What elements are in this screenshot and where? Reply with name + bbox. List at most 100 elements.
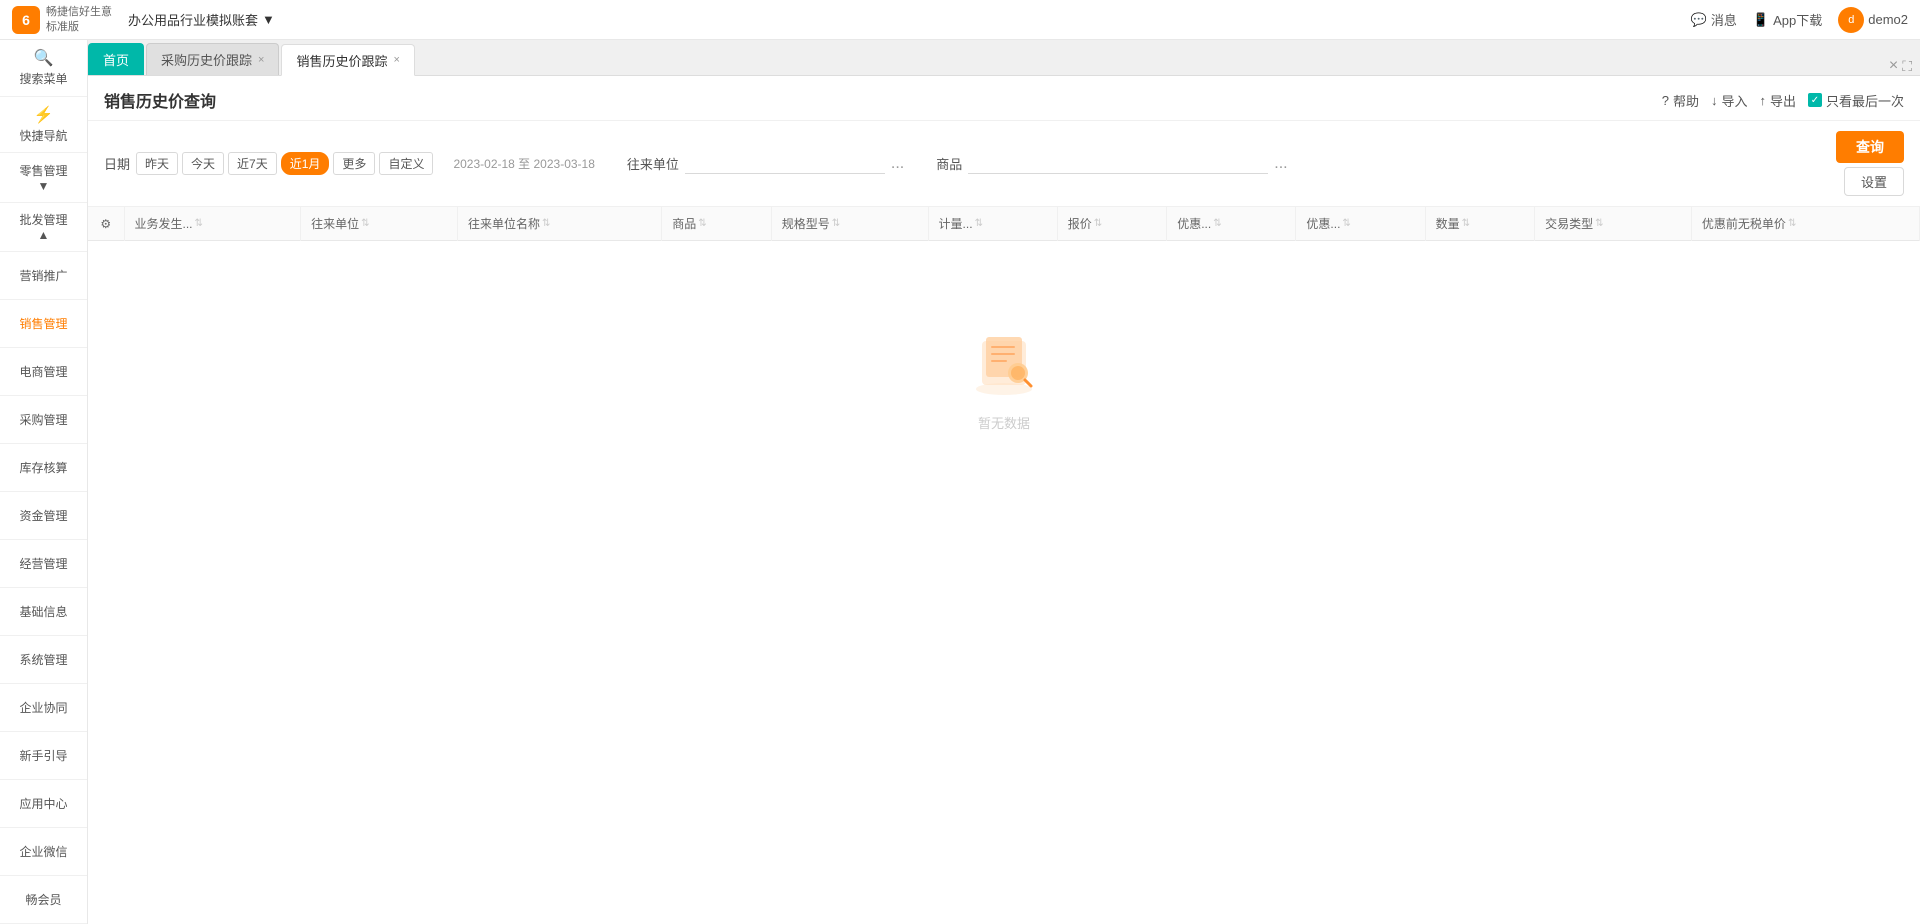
help-button[interactable]: ? 帮助 [1662, 91, 1699, 110]
date-filter-group: 日期 昨天 今天 近7天 近1月 更多 自定义 [104, 152, 433, 175]
help-icon: ? [1662, 93, 1669, 108]
column-goods[interactable]: 商品 ⇅ [662, 207, 771, 241]
checkbox-checked-icon: ✓ [1808, 93, 1822, 107]
sidebar-item-label: 采购管理 [19, 411, 67, 428]
column-counterpart-name[interactable]: 往来单位名称 ⇅ [457, 207, 661, 241]
column-quantity[interactable]: 数量 ⇅ [1425, 207, 1534, 241]
column-discount1[interactable]: 优惠... ⇅ [1167, 207, 1296, 241]
column-trade-type[interactable]: 交易类型 ⇅ [1535, 207, 1692, 241]
tab-sales-history-label: 销售历史价跟踪 [296, 51, 387, 70]
export-icon: ↑ [1759, 93, 1766, 108]
import-button[interactable]: ↓ 导入 [1711, 91, 1748, 110]
topbar-left: 6 畅捷信好生意 标准版 办公用品行业模拟账套 ▼ [12, 5, 283, 34]
sort-icon: ⇅ [1788, 218, 1796, 229]
sidebar-item-enterprise[interactable]: 企业协同 [0, 684, 87, 732]
tabbar: 首页 采购历史价跟踪 × 销售历史价跟踪 × × ⛶ [88, 40, 1920, 76]
sidebar-item-label: 销售管理 [19, 315, 67, 332]
sidebar-item-marketing[interactable]: 营销推广 [0, 252, 87, 300]
filter-bar: 日期 昨天 今天 近7天 近1月 更多 自定义 2023-02-18 至 202… [88, 121, 1920, 207]
date-range-text: 2023-02-18 至 2023-03-18 [453, 155, 594, 172]
column-spec[interactable]: 规格型号 ⇅ [771, 207, 928, 241]
content-area: 首页 采购历史价跟踪 × 销售历史价跟踪 × × ⛶ 销售历史价查询 [88, 40, 1920, 924]
sidebar-item-ops-mgmt[interactable]: 经营管理 [0, 540, 87, 588]
sidebar-item-ecom-mgmt[interactable]: 电商管理 [0, 348, 87, 396]
column-unit[interactable]: 计量... ⇅ [928, 207, 1057, 241]
sidebar-item-label: 电商管理 [19, 363, 67, 380]
tab-home-label: 首页 [103, 50, 129, 69]
sidebar-item-label: 系统管理 [19, 651, 67, 668]
sidebar-item-label: 企业微信 [19, 843, 67, 860]
main-layout: 🔍 搜索菜单 ⚡ 快捷导航 零售管理 ▼ 批发管理 ▲ 营销推广 销售管理 电商… [0, 40, 1920, 924]
tab-close-purchase[interactable]: × [258, 54, 264, 66]
search-icon: 🔍 [34, 48, 54, 68]
sidebar-item-quick-nav[interactable]: ⚡ 快捷导航 [0, 97, 87, 154]
page-content: 销售历史价查询 ? 帮助 ↓ 导入 ↑ 导出 ✓ [88, 76, 1920, 924]
column-biz-date[interactable]: 业务发生... ⇅ [124, 207, 301, 241]
sidebar-item-enterprise-wechat[interactable]: 企业微信 [0, 828, 87, 876]
goods-dots[interactable]: ... [1274, 155, 1287, 173]
sidebar-item-label: 应用中心 [19, 795, 67, 812]
counterpart-input[interactable] [685, 154, 885, 174]
tab-close-sales[interactable]: × [393, 54, 399, 66]
nav-icon: ⚡ [34, 105, 54, 125]
sidebar-item-member[interactable]: 畅会员 [0, 876, 87, 924]
maximize-icon[interactable]: ⛶ [1902, 58, 1912, 75]
user-avatar-area[interactable]: d demo2 [1838, 7, 1908, 33]
tab-purchase-history[interactable]: 采购历史价跟踪 × [146, 43, 279, 75]
app-download-button[interactable]: 📱 App下载 [1753, 10, 1822, 29]
date-range-display: 2023-02-18 至 2023-03-18 [449, 155, 594, 172]
sort-icon: ⇅ [1595, 218, 1603, 229]
sidebar-item-basic-info[interactable]: 基础信息 [0, 588, 87, 636]
import-icon: ↓ [1711, 93, 1718, 108]
sidebar-item-search-menu[interactable]: 🔍 搜索菜单 [0, 40, 87, 97]
settings-button[interactable]: 设置 [1844, 167, 1904, 196]
column-pretax-price[interactable]: 优惠前无税单价 ⇅ [1691, 207, 1919, 241]
sidebar-item-retail-mgmt[interactable]: 零售管理 ▼ [0, 153, 87, 202]
arrow-down-icon: ▼ [38, 179, 50, 193]
sidebar-item-label: 营销推广 [19, 267, 67, 284]
sidebar-item-app-center[interactable]: 应用中心 [0, 780, 87, 828]
column-quoted-price[interactable]: 报价 ⇅ [1057, 207, 1166, 241]
goods-input[interactable] [968, 154, 1268, 174]
date-btn-7days[interactable]: 近7天 [228, 152, 277, 175]
date-btn-custom[interactable]: 自定义 [379, 152, 433, 175]
tab-sales-history[interactable]: 销售历史价跟踪 × [281, 44, 414, 76]
sidebar-item-label: 批发管理 [19, 211, 67, 228]
page-title: 销售历史价查询 [104, 88, 216, 112]
sidebar-item-sys-mgmt[interactable]: 系统管理 [0, 636, 87, 684]
arrow-up-icon: ▲ [38, 228, 50, 242]
sidebar-item-finance-mgmt[interactable]: 资金管理 [0, 492, 87, 540]
date-btn-yesterday[interactable]: 昨天 [136, 152, 178, 175]
tab-home[interactable]: 首页 [88, 43, 144, 75]
sidebar-item-wholesale-mgmt[interactable]: 批发管理 ▲ [0, 203, 87, 252]
table-header-row: ⚙ 业务发生... ⇅ 往来单位 [88, 207, 1920, 241]
sort-icon: ⇅ [698, 218, 706, 229]
page-header: 销售历史价查询 ? 帮助 ↓ 导入 ↑ 导出 ✓ [88, 76, 1920, 121]
sidebar-item-label: 快捷导航 [19, 127, 67, 144]
sidebar-item-new-guide[interactable]: 新手引导 [0, 732, 87, 780]
empty-text: 暂无数据 [978, 413, 1030, 432]
column-gear[interactable]: ⚙ [88, 207, 124, 241]
query-button[interactable]: 查询 [1836, 131, 1904, 163]
only-last-checkbox[interactable]: ✓ 只看最后一次 [1808, 91, 1904, 110]
goods-filter-group: 商品 ... [936, 154, 1287, 174]
sidebar-item-sales-mgmt[interactable]: 销售管理 [0, 300, 87, 348]
empty-state: 暂无数据 [88, 241, 1920, 512]
date-btn-1month[interactable]: 近1月 [281, 152, 330, 175]
data-table: ⚙ 业务发生... ⇅ 往来单位 [88, 207, 1920, 241]
message-button[interactable]: 💬 消息 [1691, 10, 1737, 29]
message-icon: 💬 [1691, 12, 1707, 28]
sidebar-item-inventory[interactable]: 库存核算 [0, 444, 87, 492]
app-selector[interactable]: 办公用品行业模拟账套 ▼ [120, 10, 283, 29]
sidebar-item-purchase-mgmt[interactable]: 采购管理 [0, 396, 87, 444]
date-btn-today[interactable]: 今天 [182, 152, 224, 175]
download-icon: 📱 [1753, 12, 1769, 28]
close-all-icon[interactable]: × [1889, 57, 1898, 75]
date-btn-more[interactable]: 更多 [333, 152, 375, 175]
tab-purchase-history-label: 采购历史价跟踪 [161, 50, 252, 69]
counterpart-dots[interactable]: ... [891, 155, 904, 173]
column-discount2[interactable]: 优惠... ⇅ [1296, 207, 1425, 241]
export-button[interactable]: ↑ 导出 [1759, 91, 1796, 110]
sort-icon: ⇅ [1213, 218, 1221, 229]
column-counterpart-code[interactable]: 往来单位 ⇅ [301, 207, 458, 241]
